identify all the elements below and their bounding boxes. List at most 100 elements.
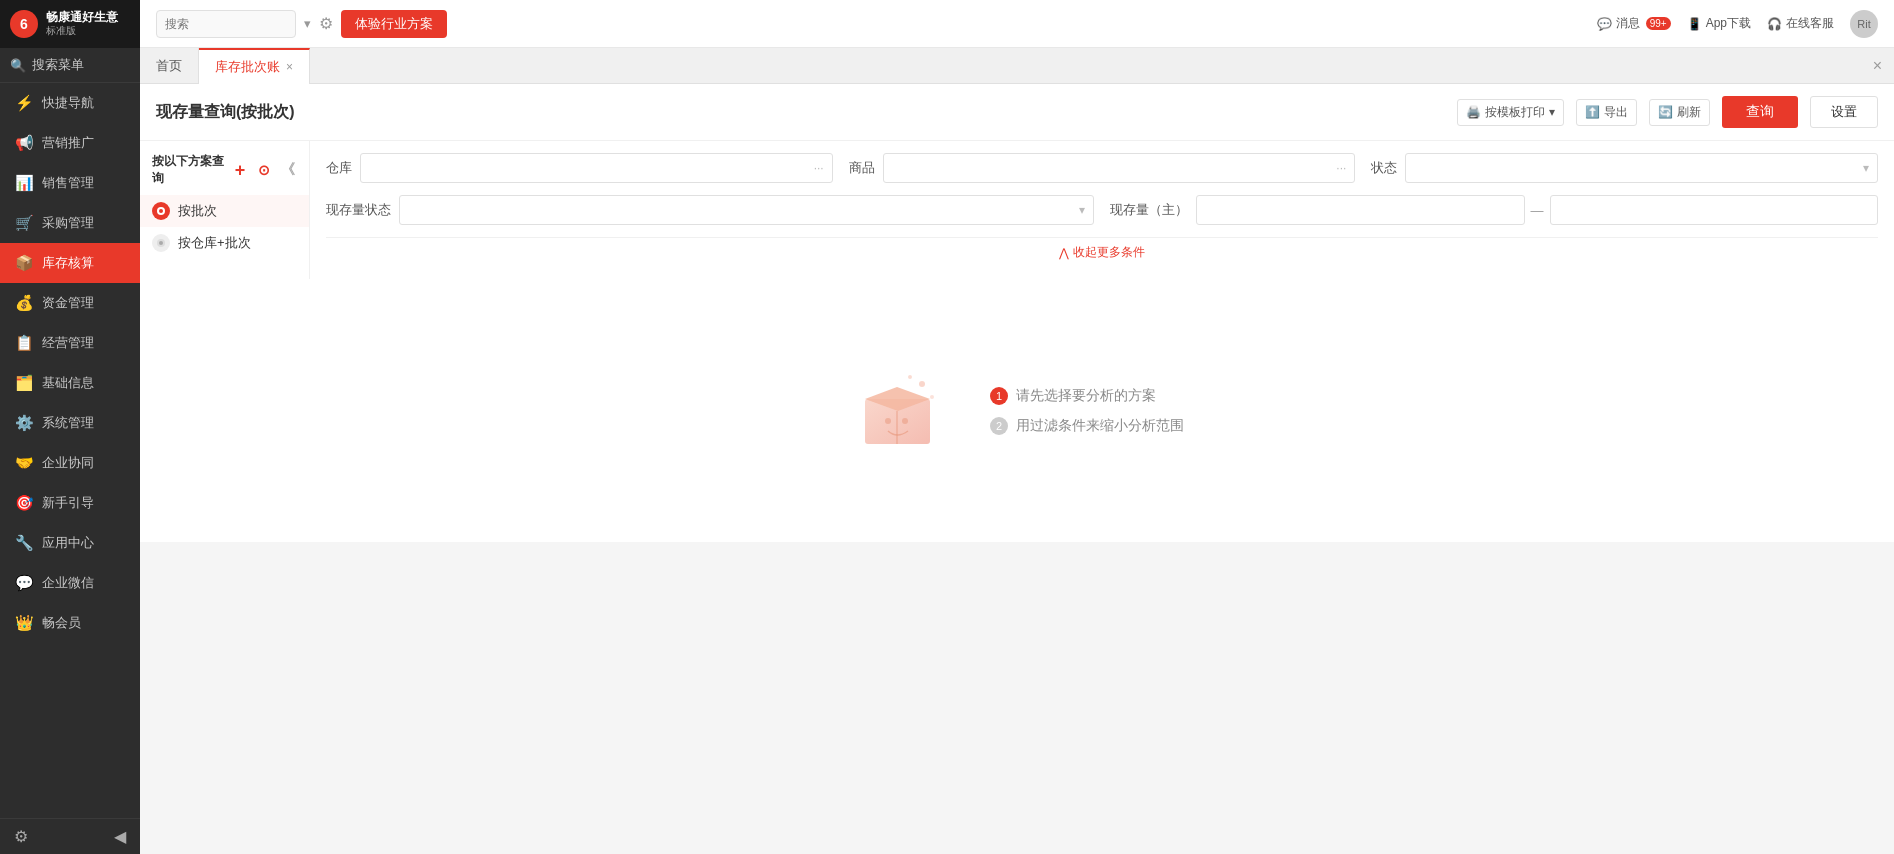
export-btn[interactable]: ⬆️ 导出 (1576, 99, 1637, 126)
empty-tips: 1 请先选择要分析的方案 2 用过滤条件来缩小分析范围 (990, 387, 1184, 435)
empty-state: 1 请先选择要分析的方案 2 用过滤条件来缩小分析范围 (140, 279, 1894, 542)
filter-field-stock-qty: 现存量（主） — (1110, 195, 1878, 225)
filter-row-2: 现存量状态 ▾ 现存量（主） — (326, 195, 1878, 225)
tab-inventory-batch[interactable]: 库存批次账 × (199, 48, 310, 84)
app-download-icon: 📱 (1687, 17, 1702, 31)
topbar-right: 💬 消息 99+ 📱 App下载 🎧 在线客服 Rit (1597, 10, 1878, 38)
nav-label-operations: 经营管理 (42, 334, 94, 352)
stock-status-select[interactable]: ▾ (399, 195, 1094, 225)
search-label: 搜索菜单 (32, 56, 84, 74)
close-all-tabs-btn[interactable]: × (1861, 57, 1894, 75)
svg-point-7 (919, 381, 925, 387)
nav-label-marketing: 营销推广 (42, 134, 94, 152)
nav-icon-enterprise: 🤝 (14, 453, 34, 473)
filter-add-icon[interactable]: + (231, 161, 249, 179)
sidebar-item-finance[interactable]: 💰 资金管理 (0, 283, 140, 323)
online-service-label: 在线客服 (1786, 15, 1834, 32)
filter-row-1: 仓库 ··· 商品 ··· (326, 153, 1878, 183)
sidebar-item-quick-nav[interactable]: ⚡快捷导航 (0, 83, 140, 123)
scheme-warehouse-batch[interactable]: 按仓库+批次 (140, 227, 309, 259)
page-panel: 现存量查询(按批次) 🖨️ 按模板打印 ▾ ⬆️ 导出 🔄 刷新 (140, 84, 1894, 542)
sidebar-search[interactable]: 🔍 搜索菜单 (0, 48, 140, 83)
stock-qty-range: — (1196, 195, 1878, 225)
nav-label-sales: 销售管理 (42, 174, 94, 192)
settings-icon[interactable]: ⚙ (14, 827, 28, 846)
product-input[interactable]: ··· (883, 153, 1356, 183)
sidebar-item-marketing[interactable]: 📢营销推广 (0, 123, 140, 163)
nav-label-app-center: 应用中心 (42, 534, 94, 552)
sidebar-item-basic[interactable]: 🗂️基础信息 (0, 363, 140, 403)
app-download-btn[interactable]: 📱 App下载 (1687, 15, 1751, 32)
user-avatar: Rit (1850, 10, 1878, 38)
query-btn[interactable]: 查询 (1722, 96, 1798, 128)
nav-icon-finance: 💰 (14, 293, 34, 313)
sidebar-item-app-center[interactable]: 🔧应用中心 (0, 523, 140, 563)
nav-icon-system: ⚙️ (14, 413, 34, 433)
settings-btn[interactable]: 设置 (1810, 96, 1878, 128)
nav-icon-sales: 📊 (14, 173, 34, 193)
warehouse-input[interactable]: ··· (360, 153, 833, 183)
tip1-text: 请先选择要分析的方案 (1016, 387, 1156, 405)
sidebar-item-sales[interactable]: 📊 销售管理 (0, 163, 140, 203)
refresh-btn[interactable]: 🔄 刷新 (1649, 99, 1710, 126)
nav-icon-wechat: 💬 (14, 573, 34, 593)
sidebar-item-operations[interactable]: 📋 经营管理 (0, 323, 140, 363)
collapse-up-icon: ⋀ (1059, 246, 1069, 260)
nav-label-wechat: 企业微信 (42, 574, 94, 592)
nav-label-inventory: 库存核算 (42, 254, 94, 272)
status-label: 状态 (1371, 159, 1397, 177)
svg-point-8 (930, 395, 934, 399)
status-select[interactable]: ▾ (1405, 153, 1878, 183)
nav-icon-operations: 📋 (14, 333, 34, 353)
sidebar-item-wechat[interactable]: 💬 企业微信 (0, 563, 140, 603)
nav-icon-vip: 👑 (14, 613, 34, 633)
app-subtitle: 标准版 (46, 24, 118, 38)
scheme-warehouse-batch-label: 按仓库+批次 (178, 234, 251, 252)
svg-point-10 (885, 418, 891, 424)
stock-qty-min[interactable] (1196, 195, 1525, 225)
headset-icon: 🎧 (1767, 17, 1782, 31)
stock-qty-max[interactable] (1550, 195, 1879, 225)
messages-badge: 99+ (1646, 17, 1671, 30)
nav-label-finance: 资金管理 (42, 294, 94, 312)
filter-field-warehouse: 仓库 ··· (326, 153, 833, 183)
topbar-dropdown-icon[interactable]: ▾ (304, 16, 311, 31)
sidebar-item-newbie[interactable]: 🎯新手引导 (0, 483, 140, 523)
print-btn[interactable]: 🖨️ 按模板打印 ▾ (1457, 99, 1564, 126)
filter-sidebar-title: 按以下方案查询 (152, 153, 231, 187)
messages-btn[interactable]: 💬 消息 99+ (1597, 15, 1671, 32)
scheme-warehouse-batch-icon (152, 234, 170, 252)
collapse-more-btn[interactable]: ⋀ 收起更多条件 (326, 237, 1878, 267)
tab-inventory-batch-close[interactable]: × (286, 60, 293, 74)
filter-field-status: 状态 ▾ (1371, 153, 1878, 183)
svg-point-3 (159, 241, 163, 245)
scheme-batch[interactable]: 按批次 (140, 195, 309, 227)
filter-target-icon[interactable]: ⊙ (255, 161, 273, 179)
user-avatar-btn[interactable]: Rit (1850, 10, 1878, 38)
sidebar-item-inventory[interactable]: 📦库存核算 (0, 243, 140, 283)
tab-home[interactable]: 首页 (140, 48, 199, 84)
filter-collapse-sidebar-icon[interactable]: 《 (279, 161, 297, 179)
online-service-btn[interactable]: 🎧 在线客服 (1767, 15, 1834, 32)
print-dropdown-icon[interactable]: ▾ (1549, 105, 1555, 119)
settings-gear-icon[interactable]: ⚙ (319, 14, 333, 33)
sidebar-header: 6 畅康通好生意 标准版 (0, 0, 140, 48)
sidebar-item-system[interactable]: ⚙️ 系统管理 (0, 403, 140, 443)
nav-icon-basic: 🗂️ (14, 373, 34, 393)
sidebar-item-vip[interactable]: 👑畅会员 (0, 603, 140, 643)
tip2-text: 用过滤条件来缩小分析范围 (1016, 417, 1184, 435)
topbar: ▾ ⚙ 体验行业方案 💬 消息 99+ 📱 App下载 🎧 在线客服 Rit (140, 0, 1894, 48)
print-icon: 🖨️ (1466, 105, 1481, 119)
print-label: 按模板打印 (1485, 104, 1545, 121)
experience-btn[interactable]: 体验行业方案 (341, 10, 447, 38)
search-icon: 🔍 (10, 58, 26, 73)
collapse-icon[interactable]: ◀ (114, 827, 126, 846)
top-search-input[interactable] (156, 10, 296, 38)
nav-icon-quick-nav: ⚡ (14, 93, 34, 113)
warehouse-dots-icon: ··· (814, 161, 824, 175)
sidebar-item-purchase[interactable]: 🛒采购管理 (0, 203, 140, 243)
message-icon: 💬 (1597, 17, 1612, 31)
page-header: 现存量查询(按批次) 🖨️ 按模板打印 ▾ ⬆️ 导出 🔄 刷新 (140, 84, 1894, 141)
sidebar-item-enterprise[interactable]: 🤝企业协同 (0, 443, 140, 483)
nav-label-system: 系统管理 (42, 414, 94, 432)
